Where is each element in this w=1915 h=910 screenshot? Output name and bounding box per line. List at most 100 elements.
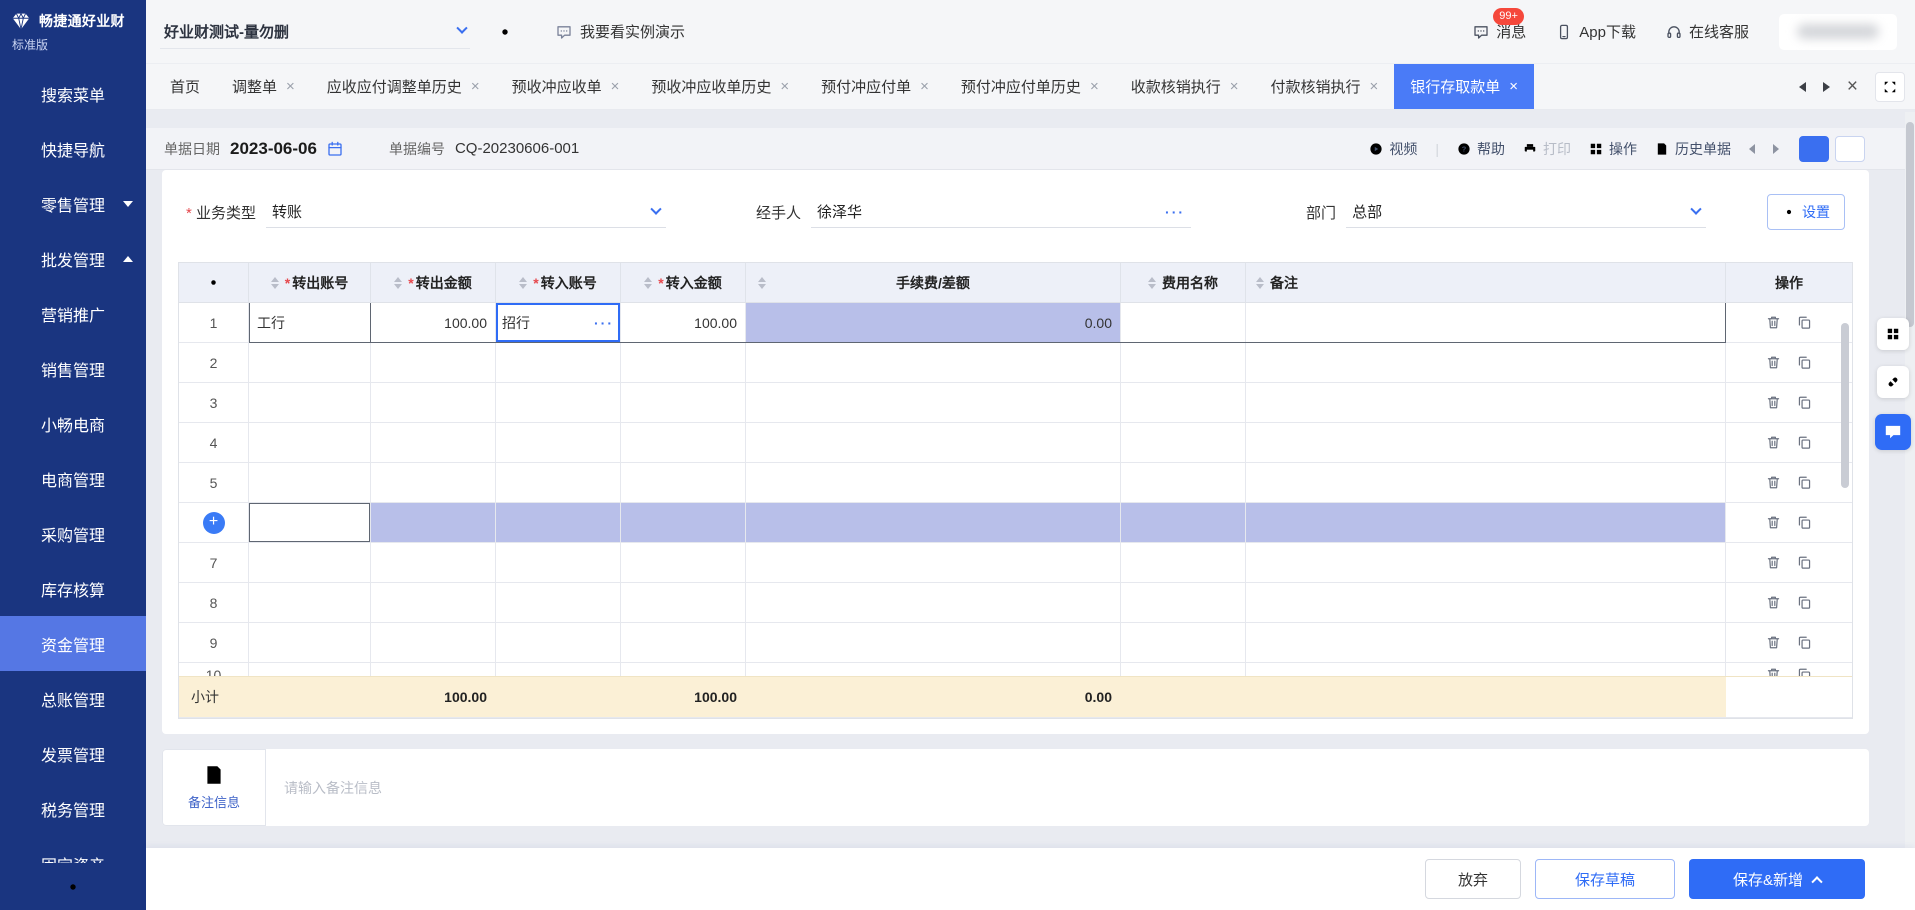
row-number-cell[interactable]: 7 — [179, 543, 249, 582]
operations-button[interactable]: 操作 — [1589, 139, 1637, 159]
remark-cell[interactable] — [1246, 423, 1726, 462]
copy-row-icon[interactable] — [1797, 515, 1812, 530]
tab-advance-payment-offset[interactable]: 预付冲应付单 — [805, 64, 945, 109]
row-number-cell[interactable]: 2 — [179, 343, 249, 382]
col-header-out-amount[interactable]: 转出金额 — [371, 263, 496, 302]
sort-icon[interactable] — [644, 276, 653, 289]
picker-dots-icon[interactable]: ··· — [594, 315, 614, 331]
scrollbar-thumb[interactable] — [1906, 122, 1914, 327]
fee-name-cell[interactable] — [1121, 303, 1246, 342]
col-header-fee[interactable]: 手续费/差额 — [746, 263, 1121, 302]
row-number-cell[interactable]: 9 — [179, 623, 249, 662]
in-amount-cell[interactable] — [621, 383, 746, 422]
fee-name-cell[interactable] — [1121, 383, 1246, 422]
fee-cell[interactable] — [746, 423, 1121, 462]
delete-row-icon[interactable] — [1766, 315, 1781, 330]
sidebar-item-retail[interactable]: 零售管理 — [0, 176, 146, 231]
in-account-cell[interactable] — [496, 423, 621, 462]
sidebar-item-xiaochang-ecommerce[interactable]: 小畅电商 — [0, 396, 146, 451]
tab-advance-receipt-offset-history[interactable]: 预收冲应收单历史 — [635, 64, 805, 109]
sidebar-item-quick-nav[interactable]: 快捷导航 — [0, 121, 146, 176]
sidebar-item-general-ledger[interactable]: 总账管理 — [0, 671, 146, 726]
delete-row-icon[interactable] — [1766, 435, 1781, 450]
add-row-button[interactable] — [202, 511, 225, 534]
sidebar-item-invoice[interactable]: 发票管理 — [0, 726, 146, 781]
in-amount-cell[interactable]: 100.00 — [621, 303, 746, 342]
sidebar-item-search-menu[interactable]: 搜索菜单 — [0, 66, 146, 121]
sidebar-item-sales[interactable]: 销售管理 — [0, 341, 146, 396]
detail-view-button[interactable] — [1835, 135, 1865, 162]
window-scrollbar[interactable] — [1905, 112, 1915, 910]
close-icon[interactable] — [1230, 79, 1239, 94]
sort-icon[interactable] — [758, 276, 766, 289]
float-apps-button[interactable] — [1877, 318, 1909, 350]
print-button[interactable]: 打印 — [1523, 139, 1571, 159]
in-amount-cell[interactable] — [621, 623, 746, 662]
copy-row-icon[interactable] — [1797, 595, 1812, 610]
remark-cell[interactable] — [1246, 583, 1726, 622]
messages-button[interactable]: 99+ 消息 — [1473, 8, 1526, 42]
in-amount-cell[interactable] — [621, 543, 746, 582]
biz-type-select[interactable]: 转账 — [266, 196, 667, 228]
company-select[interactable]: 好业财测试-量勿删 — [160, 15, 470, 49]
in-account-cell[interactable] — [496, 543, 621, 582]
handler-picker[interactable]: 徐泽华 ··· — [811, 196, 1192, 228]
tab-payment-writeoff[interactable]: 付款核销执行 — [1254, 64, 1394, 109]
row-number-cell[interactable]: 1 — [179, 303, 249, 342]
col-header-in-amount[interactable]: 转入金额 — [621, 263, 746, 302]
list-view-button[interactable] — [1799, 135, 1829, 162]
delete-row-icon[interactable] — [1766, 667, 1781, 676]
in-amount-cell[interactable] — [621, 423, 746, 462]
remark-cell[interactable] — [1246, 543, 1726, 582]
out-amount-cell[interactable] — [371, 423, 496, 462]
copy-row-icon[interactable] — [1797, 355, 1812, 370]
copy-row-icon[interactable] — [1797, 555, 1812, 570]
fee-name-cell[interactable] — [1121, 623, 1246, 662]
remark-cell[interactable] — [1246, 343, 1726, 382]
tab-ar-ap-adjust-history[interactable]: 应收应付调整单历史 — [311, 64, 496, 109]
settings-button[interactable]: 设置 — [1767, 194, 1845, 230]
delete-row-icon[interactable] — [1766, 355, 1781, 370]
col-header-in-account[interactable]: 转入账号 — [496, 263, 621, 302]
out-account-cell[interactable] — [249, 583, 371, 622]
sort-icon[interactable] — [1148, 276, 1156, 289]
remark-cell[interactable] — [1246, 303, 1726, 342]
grid-scrollbar[interactable] — [1841, 323, 1849, 488]
out-amount-cell[interactable]: 100.00 — [371, 303, 496, 342]
in-account-cell[interactable] — [496, 383, 621, 422]
out-amount-cell[interactable] — [371, 503, 496, 542]
fee-cell[interactable] — [746, 543, 1121, 582]
history-docs-button[interactable]: 历史单据 — [1655, 139, 1731, 159]
tab-adjust-doc[interactable]: 调整单 — [216, 64, 311, 109]
next-doc-icon[interactable] — [1773, 143, 1779, 154]
fee-cell[interactable] — [746, 383, 1121, 422]
fullscreen-button[interactable] — [1875, 71, 1905, 102]
company-settings-button[interactable] — [496, 23, 514, 41]
in-account-cell[interactable] — [496, 503, 621, 542]
close-icon[interactable] — [1090, 79, 1099, 94]
in-amount-cell[interactable] — [621, 583, 746, 622]
in-amount-cell[interactable] — [621, 343, 746, 382]
prev-doc-icon[interactable] — [1749, 143, 1755, 154]
out-account-cell[interactable] — [249, 543, 371, 582]
delete-row-icon[interactable] — [1766, 515, 1781, 530]
remark-cell[interactable] — [1246, 463, 1726, 502]
sidebar-item-ecommerce[interactable]: 电商管理 — [0, 451, 146, 506]
copy-row-icon[interactable] — [1797, 435, 1812, 450]
fee-name-cell[interactable] — [1121, 583, 1246, 622]
col-header-out-account[interactable]: 转出账号 — [249, 263, 371, 302]
copy-row-icon[interactable] — [1797, 475, 1812, 490]
fee-name-cell[interactable] — [1121, 663, 1246, 676]
sort-icon[interactable] — [394, 276, 403, 289]
sort-icon[interactable] — [519, 276, 528, 289]
grid-settings-cell[interactable] — [179, 263, 249, 302]
copy-row-icon[interactable] — [1797, 395, 1812, 410]
tab-bank-deposit-withdrawal[interactable]: 银行存取款单 — [1394, 64, 1535, 109]
close-icon[interactable] — [920, 79, 929, 94]
out-amount-cell[interactable] — [371, 343, 496, 382]
out-account-cell[interactable] — [249, 343, 371, 382]
user-account-blurred[interactable] — [1779, 13, 1897, 50]
close-icon[interactable] — [780, 79, 789, 94]
fee-name-cell[interactable] — [1121, 503, 1246, 542]
note-input[interactable]: 请输入备注信息 — [266, 749, 1869, 826]
